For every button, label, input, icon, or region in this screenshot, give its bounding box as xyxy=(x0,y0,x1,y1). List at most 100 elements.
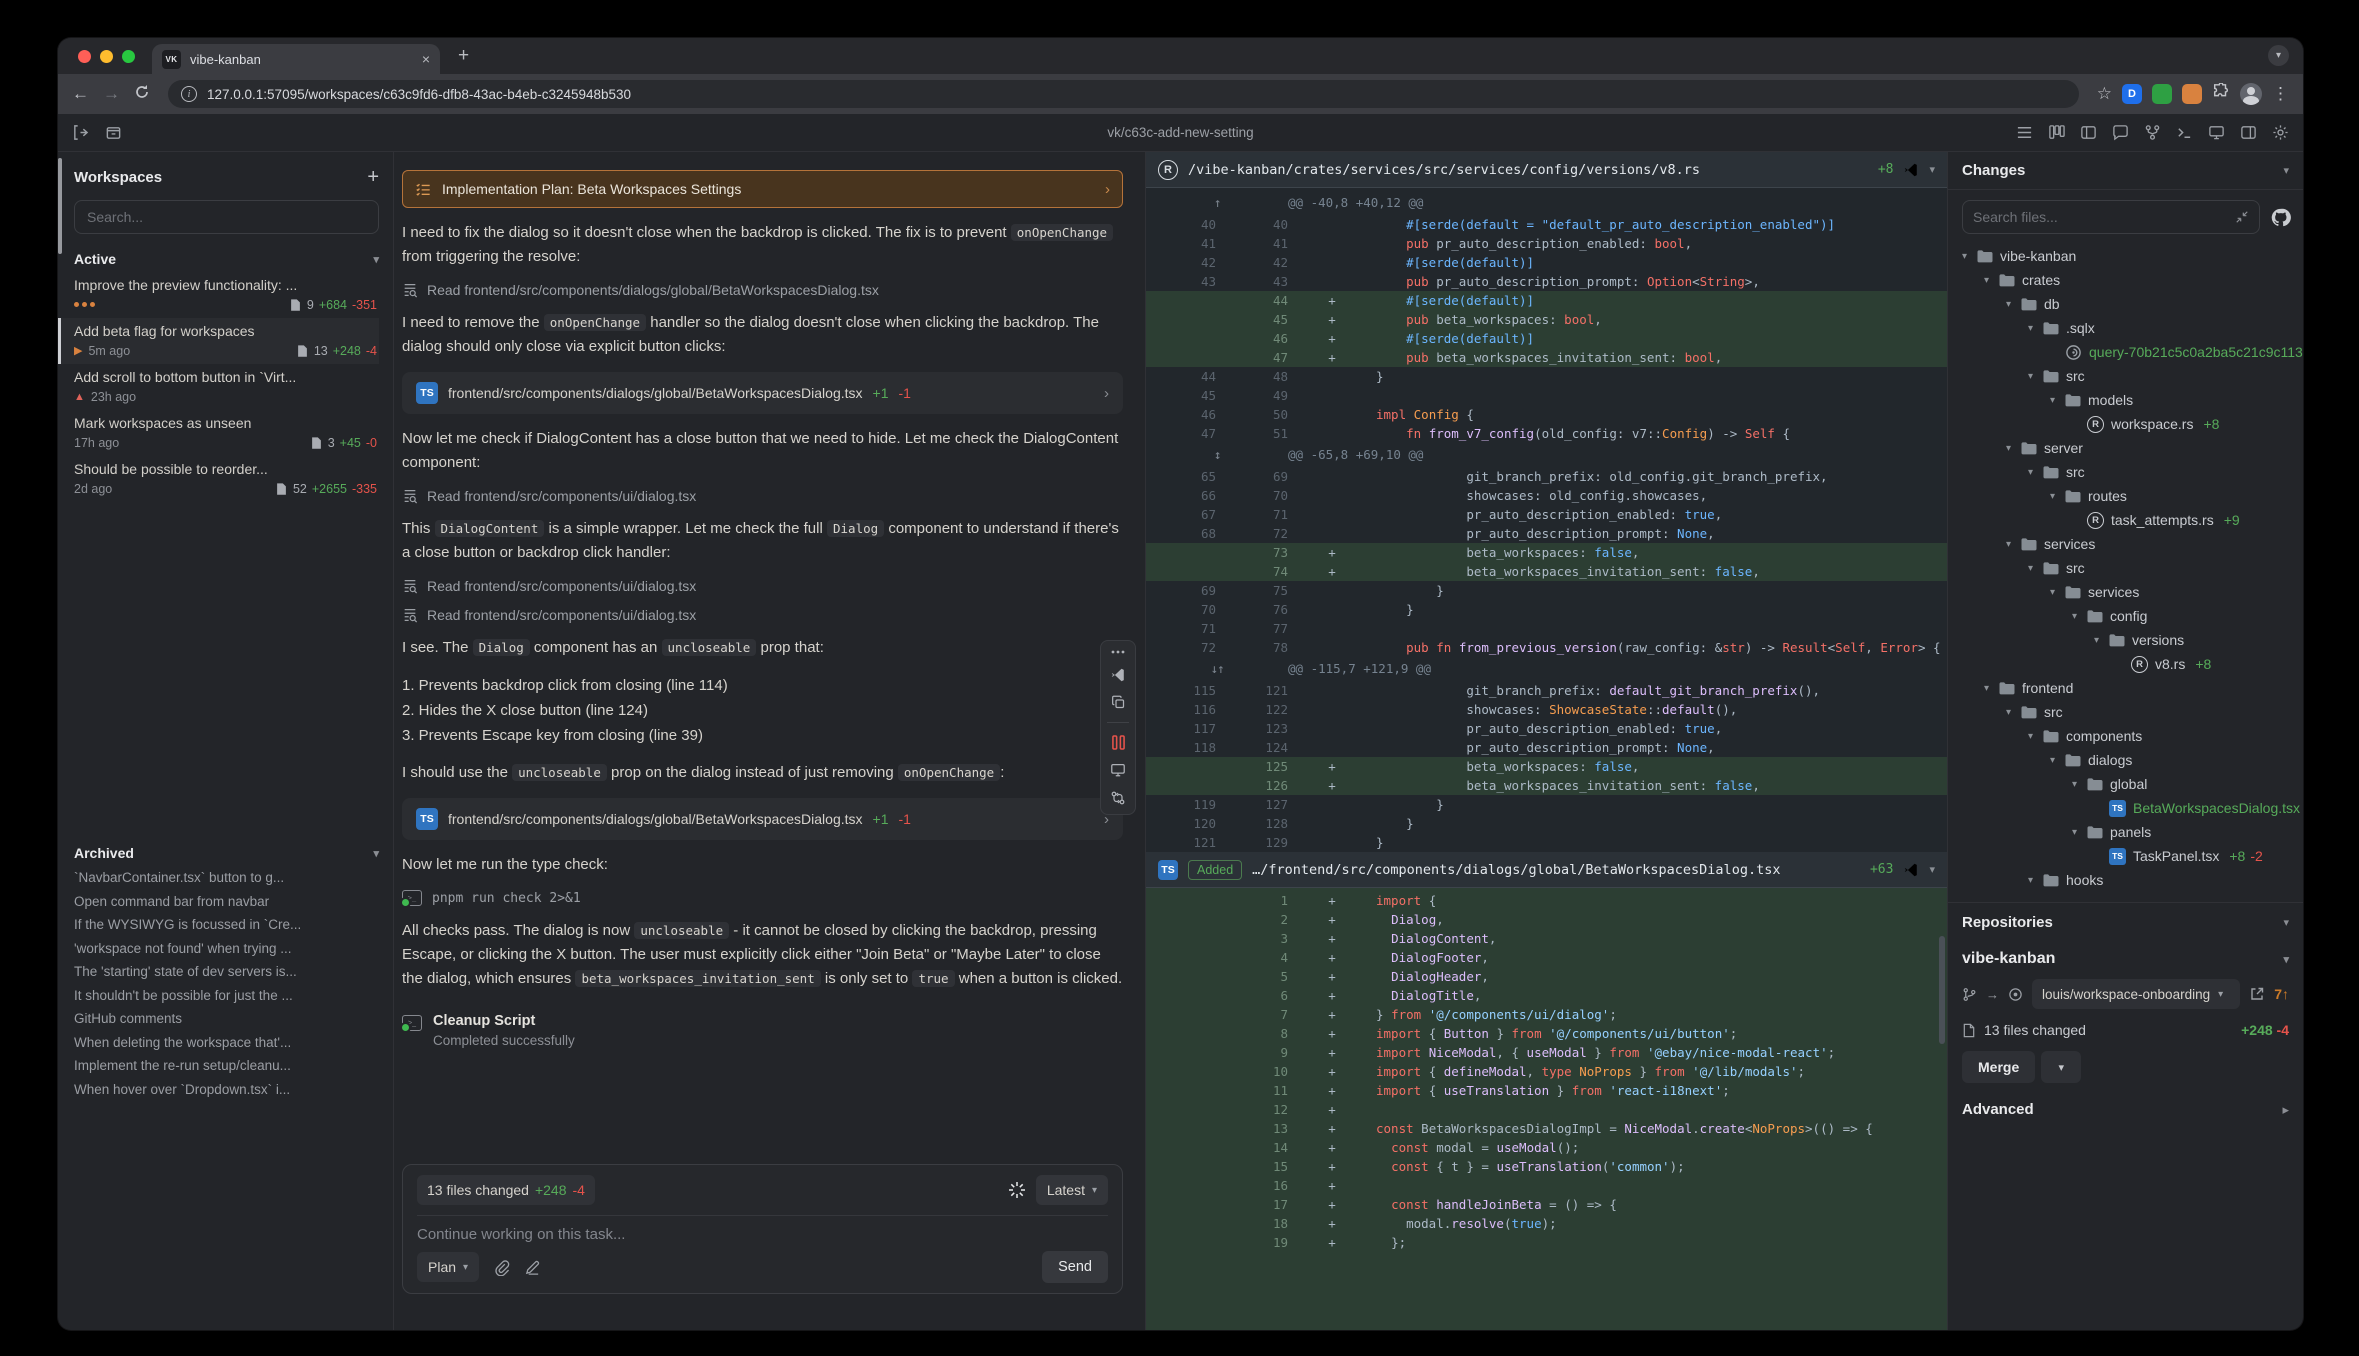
kanban-view-icon[interactable] xyxy=(2048,124,2065,141)
tree-folder-row[interactable]: ▾ src xyxy=(1958,700,2303,724)
add-workspace-button[interactable]: + xyxy=(367,166,379,189)
workspace-item[interactable]: Should be possible to reorder... 2d ago 52… xyxy=(58,456,379,502)
branch-selector[interactable]: louis/workspace-onboarding ▾ xyxy=(2032,979,2241,1009)
tree-file-row[interactable]: query-70b21c5c0a2ba5c21c9c1132f14a68 xyxy=(1958,340,2303,364)
tree-folder-row[interactable]: ▾ .sqlx xyxy=(1958,316,2303,340)
external-link-icon[interactable] xyxy=(2249,986,2265,1002)
workspace-item[interactable]: Add scroll to bottom button in `Virt... ▲… xyxy=(58,364,379,410)
tree-folder-row[interactable]: ▾ panels xyxy=(1958,820,2303,844)
archived-workspace-item[interactable]: When hover over `Dropdown.tsx` i... xyxy=(74,1078,379,1102)
site-info-icon[interactable]: i xyxy=(181,86,197,102)
archived-workspace-item[interactable]: `NavbarContainer.tsx` button to g... xyxy=(74,866,379,890)
monitor-icon[interactable] xyxy=(2208,124,2225,141)
expand-hunk-icon[interactable]: ↓↑ xyxy=(1146,657,1288,681)
back-icon[interactable]: ← xyxy=(72,84,89,104)
diff-file-header[interactable]: R/vibe-kanban/crates/services/src/servic… xyxy=(1146,152,1947,188)
edit-pen-icon[interactable] xyxy=(524,1259,541,1276)
tree-folder-row[interactable]: ▾ config xyxy=(1958,604,2303,628)
tree-folder-row[interactable]: ▾ db xyxy=(1958,292,2303,316)
tree-folder-row[interactable]: ▾ versions xyxy=(1958,628,2303,652)
bookmark-star-icon[interactable]: ☆ xyxy=(2097,84,2112,104)
collapse-tree-icon[interactable] xyxy=(2235,210,2249,224)
tree-file-row[interactable]: Rv8.rs +8 xyxy=(1958,652,2303,676)
panel-left-icon[interactable] xyxy=(2080,124,2097,141)
tool-call-row[interactable]: Read frontend/src/components/ui/dialog.t… xyxy=(402,578,1123,594)
tree-folder-row[interactable]: ▾ routes xyxy=(1958,484,2303,508)
archived-workspace-item[interactable]: If the WYSIWYG is focussed in `Cre... xyxy=(74,913,379,937)
archived-workspace-item[interactable]: When deleting the workspace that'... xyxy=(74,1031,379,1055)
chat-icon[interactable] xyxy=(2112,124,2129,141)
tree-folder-row[interactable]: ▾ src xyxy=(1958,460,2303,484)
reload-icon[interactable] xyxy=(134,84,150,105)
tree-folder-row[interactable]: ▾ models xyxy=(1958,388,2303,412)
profile-avatar[interactable] xyxy=(2240,83,2262,105)
new-tab-button[interactable]: + xyxy=(458,45,469,67)
hunk-header[interactable]: ↑ @@ -40,8 +40,12 @@ xyxy=(1146,191,1947,215)
merge-options-button[interactable]: ▾ xyxy=(2041,1051,2082,1083)
edited-file-chip[interactable]: TS frontend/src/components/dialogs/global… xyxy=(402,798,1123,840)
terminal-command-row[interactable]: >_ pnpm run check 2>&1 xyxy=(402,890,1123,908)
tree-file-row[interactable]: TS TaskPanel.tsx +8 -2 xyxy=(1958,844,2303,868)
files-changed-chip[interactable]: 13 files changed +248 -4 xyxy=(417,1175,595,1205)
open-in-vscode-icon[interactable] xyxy=(1110,667,1126,683)
monitor-icon[interactable] xyxy=(1110,762,1126,778)
browser-tab[interactable]: VK vibe-kanban × xyxy=(152,44,440,74)
maximize-window-button[interactable] xyxy=(122,50,135,63)
archived-workspace-item[interactable]: 'workspace not found' when trying ... xyxy=(74,937,379,961)
tree-folder-row[interactable]: ▾ hooks xyxy=(1958,868,2303,892)
tree-folder-row[interactable]: ▾ services xyxy=(1958,580,2303,604)
window-controls[interactable] xyxy=(78,50,135,63)
extension-icon-3[interactable] xyxy=(2182,84,2202,104)
tool-call-row[interactable]: Read frontend/src/components/ui/dialog.t… xyxy=(402,607,1123,623)
workspace-search-input[interactable]: Search... xyxy=(74,200,379,234)
archived-workspace-item[interactable]: The 'starting' state of dev servers is..… xyxy=(74,960,379,984)
repository-row[interactable]: vibe-kanban ▾ xyxy=(1962,941,2289,977)
tree-file-row[interactable]: TSBetaWorkspacesDialog.tsx+63 xyxy=(1958,796,2303,820)
tree-folder-row[interactable]: ▾ services xyxy=(1958,532,2303,556)
send-button[interactable]: Send xyxy=(1042,1251,1108,1283)
archived-workspace-item[interactable]: Implement the re-run setup/cleanu... xyxy=(74,1054,379,1078)
message-input[interactable]: Continue working on this task... xyxy=(417,1216,1108,1243)
git-fork-icon[interactable] xyxy=(2144,124,2161,141)
edited-file-chip[interactable]: TS frontend/src/components/dialogs/global… xyxy=(402,372,1123,414)
advanced-section-toggle[interactable]: Advanced ▸ xyxy=(1962,1101,2289,1118)
hunk-header[interactable]: ↕ @@ -65,8 +69,10 @@ xyxy=(1146,443,1947,467)
diff-scrollbar-thumb[interactable] xyxy=(1939,936,1945,1044)
terminal-icon[interactable] xyxy=(2176,124,2193,141)
diff-file-header[interactable]: TS Added …/frontend/src/components/dialogs… xyxy=(1146,852,1947,888)
sidebar-scrollbar-thumb[interactable] xyxy=(58,158,62,254)
attach-paperclip-icon[interactable] xyxy=(493,1259,510,1276)
version-selector-button[interactable]: Latest ▾ xyxy=(1035,1175,1108,1205)
extensions-puzzle-icon[interactable] xyxy=(2212,81,2230,106)
implementation-plan-banner[interactable]: Implementation Plan: Beta Workspaces Set… xyxy=(402,170,1123,208)
tree-folder-row[interactable]: ▾ components xyxy=(1958,724,2303,748)
merge-button[interactable]: Merge xyxy=(1962,1051,2036,1083)
tree-folder-row[interactable]: ▾ global xyxy=(1958,772,2303,796)
tool-call-row[interactable]: Read frontend/src/components/dialogs/glo… xyxy=(402,282,1123,298)
tool-call-row[interactable]: Read frontend/src/components/ui/dialog.t… xyxy=(402,488,1123,504)
archived-workspace-item[interactable]: GitHub comments xyxy=(74,1007,379,1031)
tree-folder-row[interactable]: ▾ vibe-kanban xyxy=(1958,244,2303,268)
settings-gear-icon[interactable] xyxy=(2272,124,2289,141)
tab-search-chevron-icon[interactable]: ▾ xyxy=(2268,45,2289,66)
browser-menu-icon[interactable]: ⋮ xyxy=(2272,84,2289,104)
archive-icon[interactable] xyxy=(105,124,122,141)
pause-icon[interactable] xyxy=(1111,735,1125,750)
close-window-button[interactable] xyxy=(78,50,91,63)
tree-folder-row[interactable]: ▾ crates xyxy=(1958,268,2303,292)
git-compare-icon[interactable] xyxy=(1110,790,1126,806)
github-icon[interactable] xyxy=(2270,207,2291,228)
extension-icon-2[interactable] xyxy=(2152,84,2172,104)
minimize-window-button[interactable] xyxy=(100,50,113,63)
forward-icon[interactable]: → xyxy=(103,84,120,104)
rows-view-icon[interactable] xyxy=(2016,124,2033,141)
workspace-item[interactable]: Improve the preview functionality: ... 9 +… xyxy=(58,272,379,318)
expand-hunk-icon[interactable]: ↑ xyxy=(1146,191,1288,215)
archived-workspace-item[interactable]: Open command bar from navbar xyxy=(74,890,379,914)
mode-selector-button[interactable]: Plan ▾ xyxy=(417,1252,480,1282)
tree-folder-row[interactable]: ▾ dialogs xyxy=(1958,748,2303,772)
workspace-item[interactable]: Add beta flag for workspaces ▶ 5m ago 13 +24… xyxy=(58,318,379,364)
hunk-header[interactable]: ↓↑ @@ -115,7 +121,9 @@ xyxy=(1146,657,1947,681)
tab-close-icon[interactable]: × xyxy=(422,51,430,67)
archived-section-header[interactable]: Archived ▾ xyxy=(74,840,379,866)
